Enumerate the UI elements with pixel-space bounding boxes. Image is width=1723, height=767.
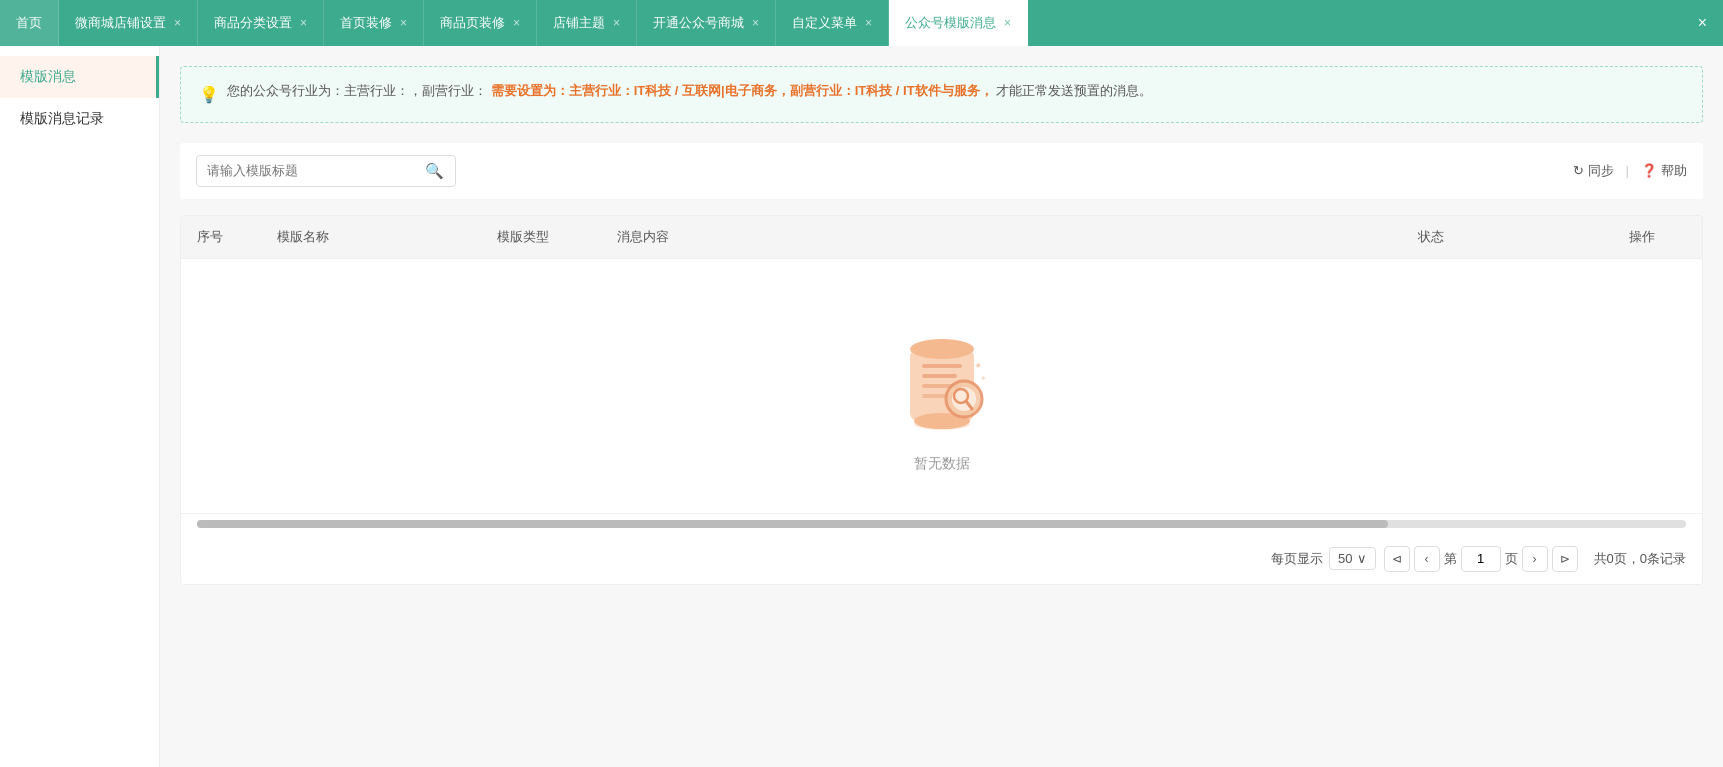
page-input[interactable] <box>1461 546 1501 572</box>
tab-custom-menu[interactable]: 自定义菜单 × <box>776 0 889 46</box>
th-content: 消息内容 <box>601 216 1402 258</box>
tab-category-settings-close[interactable]: × <box>300 16 307 30</box>
scrollbar-thumb[interactable] <box>197 520 1388 528</box>
tab-open-mall-close[interactable]: × <box>752 16 759 30</box>
tab-template-message-close[interactable]: × <box>1004 16 1011 30</box>
th-type: 模版类型 <box>481 216 601 258</box>
th-seq: 序号 <box>181 216 261 258</box>
search-input[interactable] <box>197 157 417 184</box>
notice-box: 💡 您的公众号行业为：主营行业：，副营行业： 需要设置为：主营行业：IT科技 /… <box>180 66 1703 123</box>
svg-rect-5 <box>922 374 957 378</box>
svg-text:✦: ✦ <box>980 374 987 383</box>
search-actions: ↻ 同步 | ❓ 帮助 <box>1573 162 1687 180</box>
tab-product-decoration-label: 商品页装修 <box>440 14 505 32</box>
close-all-btn[interactable]: × <box>1682 14 1723 32</box>
empty-icon: ✦ ✦ <box>882 319 1002 439</box>
tab-custom-menu-label: 自定义菜单 <box>792 14 857 32</box>
search-button[interactable]: 🔍 <box>417 156 452 186</box>
sidebar-item-template-msg-label: 模版消息 <box>20 68 76 84</box>
content-area: 💡 您的公众号行业为：主营行业：，副营行业： 需要设置为：主营行业：IT科技 /… <box>160 46 1723 767</box>
tab-home-label: 首页 <box>16 14 42 32</box>
svg-rect-4 <box>922 364 962 368</box>
tab-template-message[interactable]: 公众号模版消息 × <box>889 0 1028 46</box>
tab-shop-settings-close[interactable]: × <box>174 16 181 30</box>
help-button[interactable]: ❓ 帮助 <box>1641 162 1687 180</box>
th-action: 操作 <box>1582 216 1702 258</box>
per-page-select[interactable]: 50 ∨ <box>1329 547 1375 570</box>
notice-text: 您的公众号行业为：主营行业：，副营行业： 需要设置为：主营行业：IT科技 / 互… <box>227 81 1152 102</box>
help-label: 帮助 <box>1661 162 1687 180</box>
tab-custom-menu-close[interactable]: × <box>865 16 872 30</box>
pagination: 每页显示 50 ∨ ⊲ ‹ 第 页 › ⊳ 共0页，0条记录 <box>181 534 1702 584</box>
tab-shop-settings-label: 微商城店铺设置 <box>75 14 166 32</box>
tab-store-theme-label: 店铺主题 <box>553 14 605 32</box>
tab-home[interactable]: 首页 <box>0 0 59 46</box>
notice-prefix: 您的公众号行业为：主营行业：，副营行业： <box>227 83 487 98</box>
tab-store-theme-close[interactable]: × <box>613 16 620 30</box>
main-layout: 模版消息 模版消息记录 💡 您的公众号行业为：主营行业：，副营行业： 需要设置为… <box>0 46 1723 767</box>
notice-highlight: 需要设置为：主营行业：IT科技 / 互联网|电子商务，副营行业：IT科技 / I… <box>491 83 993 98</box>
sidebar-item-template-msg-records-label: 模版消息记录 <box>20 110 104 126</box>
svg-point-2 <box>910 339 974 359</box>
per-page-group: 每页显示 50 ∨ <box>1271 547 1375 570</box>
sidebar-item-template-msg[interactable]: 模版消息 <box>0 56 159 98</box>
notice-suffix: 才能正常发送预置的消息。 <box>996 83 1152 98</box>
svg-text:✦: ✦ <box>974 360 982 371</box>
th-name: 模版名称 <box>261 216 481 258</box>
empty-text: 暂无数据 <box>914 455 970 473</box>
page-label: 第 <box>1444 550 1457 568</box>
tab-category-settings[interactable]: 商品分类设置 × <box>198 0 324 46</box>
table-header: 序号 模版名称 模版类型 消息内容 状态 操作 <box>181 216 1702 259</box>
top-nav: 首页 微商城店铺设置 × 商品分类设置 × 首页装修 × 商品页装修 × 店铺主… <box>0 0 1723 46</box>
notice-icon: 💡 <box>199 82 219 108</box>
help-icon: ❓ <box>1641 163 1657 178</box>
data-table: 序号 模版名称 模版类型 消息内容 状态 操作 <box>180 215 1703 585</box>
next-page-button[interactable]: › <box>1522 546 1548 572</box>
sidebar-item-template-msg-records[interactable]: 模版消息记录 <box>0 98 159 140</box>
tab-category-settings-label: 商品分类设置 <box>214 14 292 32</box>
scrollbar-track[interactable] <box>197 520 1686 528</box>
first-page-button[interactable]: ⊲ <box>1384 546 1410 572</box>
tab-shop-settings[interactable]: 微商城店铺设置 × <box>59 0 198 46</box>
divider: | <box>1626 163 1629 178</box>
tab-store-theme[interactable]: 店铺主题 × <box>537 0 637 46</box>
page-nav: ⊲ ‹ 第 页 › ⊳ <box>1384 546 1578 572</box>
chevron-down-icon: ∨ <box>1357 551 1367 566</box>
last-page-button[interactable]: ⊳ <box>1552 546 1578 572</box>
page-unit: 页 <box>1505 550 1518 568</box>
sync-label: 同步 <box>1588 162 1614 180</box>
tab-open-mall[interactable]: 开通公众号商城 × <box>637 0 776 46</box>
scrollbar-area[interactable] <box>181 513 1702 534</box>
sync-button[interactable]: ↻ 同步 <box>1573 162 1614 180</box>
search-bar: 🔍 ↻ 同步 | ❓ 帮助 <box>180 143 1703 199</box>
per-page-value: 50 <box>1338 551 1352 566</box>
sidebar: 模版消息 模版消息记录 <box>0 46 160 767</box>
tab-product-decoration[interactable]: 商品页装修 × <box>424 0 537 46</box>
tab-home-decoration[interactable]: 首页装修 × <box>324 0 424 46</box>
search-input-wrap: 🔍 <box>196 155 456 187</box>
empty-state: ✦ ✦ 暂无数据 <box>181 259 1702 513</box>
total-info: 共0页，0条记录 <box>1594 550 1686 568</box>
th-status: 状态 <box>1402 216 1582 258</box>
prev-page-button[interactable]: ‹ <box>1414 546 1440 572</box>
tab-home-decoration-close[interactable]: × <box>400 16 407 30</box>
tab-product-decoration-close[interactable]: × <box>513 16 520 30</box>
sync-icon: ↻ <box>1573 163 1584 178</box>
per-page-label: 每页显示 <box>1271 550 1323 568</box>
tab-open-mall-label: 开通公众号商城 <box>653 14 744 32</box>
tab-home-decoration-label: 首页装修 <box>340 14 392 32</box>
tab-template-message-label: 公众号模版消息 <box>905 14 996 32</box>
